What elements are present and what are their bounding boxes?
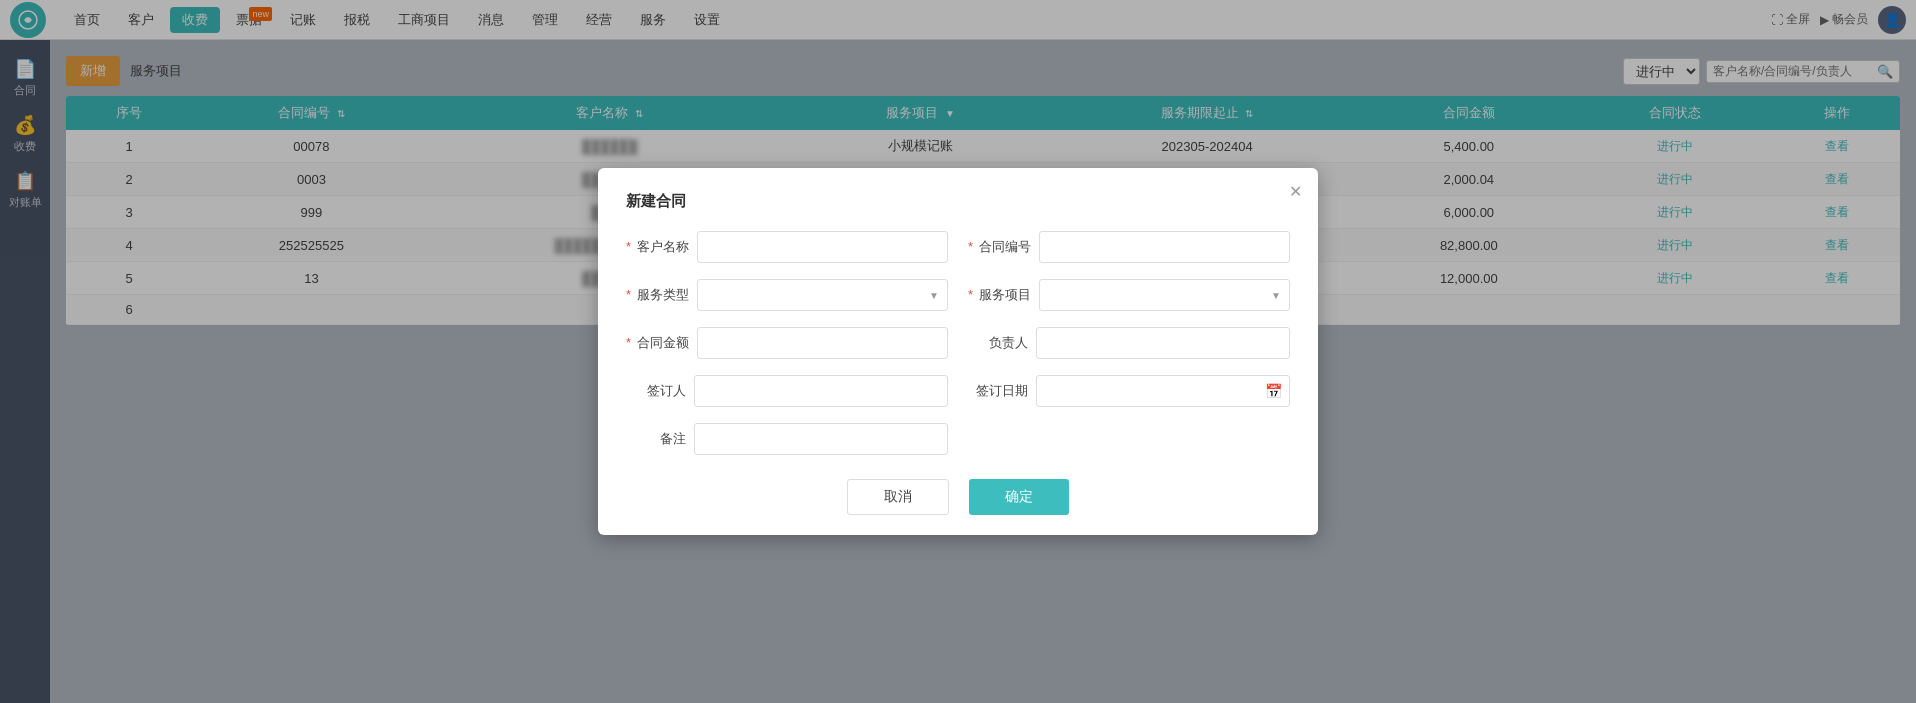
remark-label: 备注 bbox=[626, 430, 686, 448]
customer-name-input[interactable] bbox=[697, 231, 948, 263]
signer-input[interactable] bbox=[694, 375, 948, 407]
sign-date-wrap: 2023-06-06 📅 bbox=[1036, 375, 1290, 407]
modal-create-contract: ✕ 新建合同 * 客户名称 * 合同编号 bbox=[598, 168, 1318, 535]
form-field-remark: 备注 bbox=[626, 423, 948, 455]
form-field-service-item: * 服务项目 ▼ bbox=[968, 279, 1290, 311]
contract-no-input[interactable] bbox=[1039, 231, 1290, 263]
form-field-sign-date: 签订日期 2023-06-06 📅 bbox=[968, 375, 1290, 407]
sign-date-input[interactable]: 2023-06-06 bbox=[1036, 375, 1290, 407]
calendar-icon[interactable]: 📅 bbox=[1265, 383, 1282, 399]
form-row-4: 签订人 签订日期 2023-06-06 📅 bbox=[626, 375, 1290, 407]
amount-input[interactable]: 0.00 bbox=[697, 327, 948, 359]
form-field-responsible: 负责人 bbox=[968, 327, 1290, 359]
customer-name-label: * 客户名称 bbox=[626, 238, 689, 256]
form-row-5: 备注 bbox=[626, 423, 1290, 455]
form-field-service-type: * 服务类型 ▼ bbox=[626, 279, 948, 311]
modal-title: 新建合同 bbox=[626, 192, 1290, 211]
remark-input[interactable] bbox=[694, 423, 948, 455]
responsible-input[interactable] bbox=[1036, 327, 1290, 359]
form-row-1: * 客户名称 * 合同编号 bbox=[626, 231, 1290, 263]
cancel-button[interactable]: 取消 bbox=[847, 479, 949, 515]
service-type-label: * 服务类型 bbox=[626, 286, 689, 304]
service-item-select[interactable]: ▼ bbox=[1039, 279, 1290, 311]
confirm-button[interactable]: 确定 bbox=[969, 479, 1069, 515]
signer-label: 签订人 bbox=[626, 382, 686, 400]
form-field-contract-no: * 合同编号 bbox=[968, 231, 1290, 263]
service-type-select-input[interactable] bbox=[706, 288, 929, 303]
service-item-select-input[interactable] bbox=[1048, 288, 1271, 303]
modal-close-button[interactable]: ✕ bbox=[1289, 182, 1302, 201]
contract-no-label: * 合同编号 bbox=[968, 238, 1031, 256]
form-row-2: * 服务类型 ▼ * 服务项目 bbox=[626, 279, 1290, 311]
responsible-label: 负责人 bbox=[968, 334, 1028, 352]
modal-footer: 取消 确定 bbox=[626, 479, 1290, 515]
service-type-select[interactable]: ▼ bbox=[697, 279, 948, 311]
form-field-amount: * 合同金额 0.00 bbox=[626, 327, 948, 359]
select-arrow-icon: ▼ bbox=[929, 290, 939, 301]
sign-date-label: 签订日期 bbox=[968, 382, 1028, 400]
amount-label: * 合同金额 bbox=[626, 334, 689, 352]
service-item-label: * 服务项目 bbox=[968, 286, 1031, 304]
modal-overlay: ✕ 新建合同 * 客户名称 * 合同编号 bbox=[0, 0, 1916, 703]
form-row-3: * 合同金额 0.00 负责人 bbox=[626, 327, 1290, 359]
form-field-signer: 签订人 bbox=[626, 375, 948, 407]
select-arrow-icon-2: ▼ bbox=[1271, 290, 1281, 301]
form-field-customer-name: * 客户名称 bbox=[626, 231, 948, 263]
